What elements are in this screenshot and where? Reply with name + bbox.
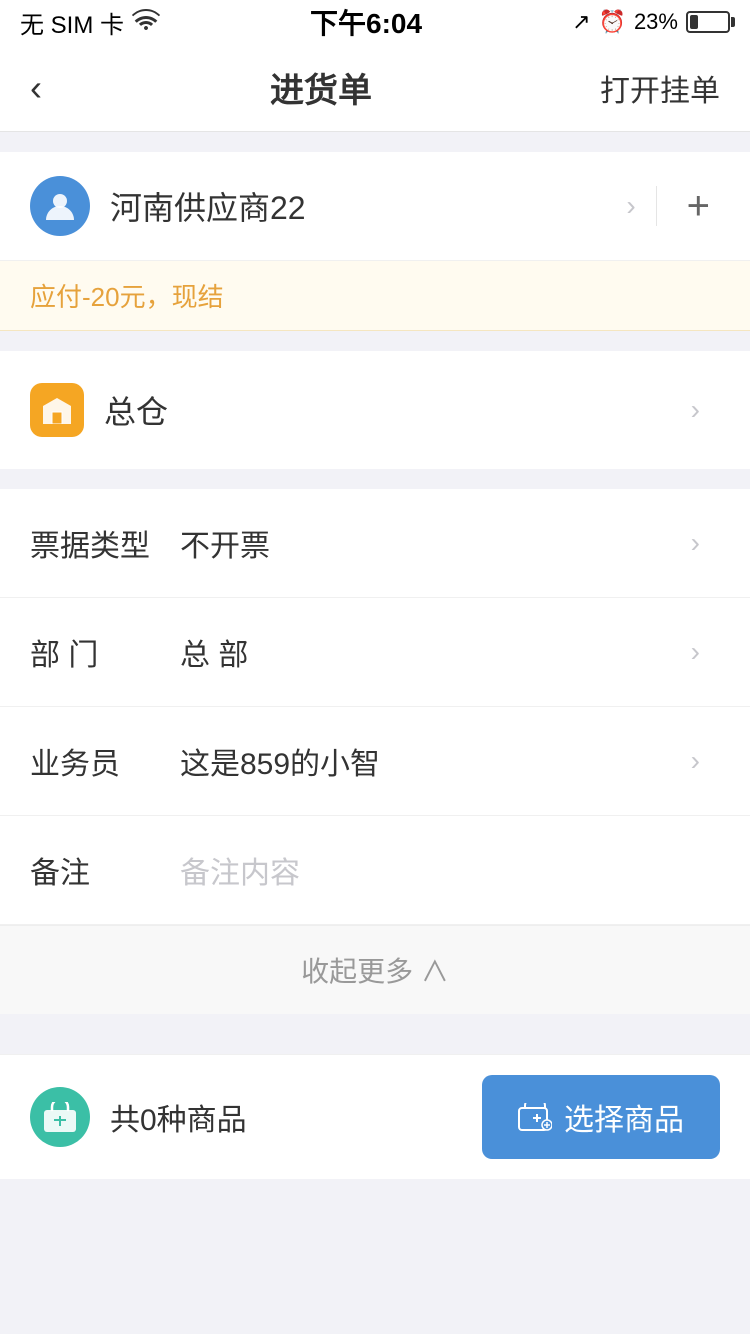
add-supplier-button[interactable]: + (677, 184, 720, 229)
remark-label: 备注 (30, 848, 170, 892)
warehouse-icon (30, 383, 84, 437)
department-row[interactable]: 部 门 总 部 › (0, 598, 750, 707)
department-chevron-icon: › (691, 636, 700, 668)
bottom-bar: 共0种商品 选择商品 (0, 1054, 750, 1179)
section-divider-3 (0, 469, 750, 489)
location-icon: ↗ (572, 9, 590, 35)
status-right: ↗ ⏰ 23% (572, 9, 730, 35)
nav-bar: ‹ 进货单 打开挂单 (0, 44, 750, 132)
supplier-chevron-icon: › (626, 190, 635, 222)
product-count: 共0种商品 (110, 1095, 482, 1139)
wifi-icon (132, 8, 160, 36)
status-time: 下午6:04 (310, 2, 422, 42)
remark-value: 备注内容 (170, 848, 720, 892)
status-bar: 无 SIM 卡 下午6:04 ↗ ⏰ 23% (0, 0, 750, 44)
section-divider-1 (0, 132, 750, 152)
section-divider-4 (0, 1014, 750, 1034)
invoice-type-value: 不开票 (170, 521, 691, 565)
collapse-button[interactable]: 收起更多 ∧ (0, 925, 750, 1014)
warehouse-row[interactable]: 总仓 › (0, 351, 750, 469)
notice-banner: 应付-20元，现结 (0, 261, 750, 331)
warehouse-name: 总仓 (104, 387, 691, 433)
salesperson-row[interactable]: 业务员 这是859的小智 › (0, 707, 750, 816)
select-product-button[interactable]: 选择商品 (482, 1075, 720, 1159)
remark-row[interactable]: 备注 备注内容 (0, 816, 750, 925)
section-divider-2 (0, 331, 750, 351)
page-title: 进货单 (270, 63, 372, 112)
supplier-row[interactable]: 河南供应商22 › + (0, 152, 750, 261)
status-left: 无 SIM 卡 (20, 5, 160, 40)
open-pending-button[interactable]: 打开挂单 (600, 66, 720, 110)
carrier-label: 无 SIM 卡 (20, 5, 124, 40)
collapse-label: 收起更多 ∧ (301, 950, 449, 990)
product-icon (30, 1087, 90, 1147)
invoice-type-row[interactable]: 票据类型 不开票 › (0, 489, 750, 598)
form-card: 票据类型 不开票 › 部 门 总 部 › 业务员 这是859的小智 › 备注 备… (0, 489, 750, 1014)
warehouse-card: 总仓 › (0, 351, 750, 469)
salesperson-label: 业务员 (30, 739, 170, 783)
invoice-type-chevron-icon: › (691, 527, 700, 559)
vertical-divider (656, 186, 657, 226)
battery-percent: 23% (634, 9, 678, 35)
alarm-icon: ⏰ (599, 9, 626, 35)
select-product-label: 选择商品 (564, 1095, 684, 1139)
supplier-card: 河南供应商22 › + 应付-20元，现结 (0, 152, 750, 331)
department-label: 部 门 (30, 630, 170, 674)
supplier-avatar (30, 176, 90, 236)
salesperson-value: 这是859的小智 (170, 739, 691, 783)
warehouse-chevron-icon: › (691, 394, 700, 426)
department-value: 总 部 (170, 630, 691, 674)
back-button[interactable]: ‹ (30, 67, 42, 109)
invoice-type-label: 票据类型 (30, 521, 170, 565)
supplier-name: 河南供应商22 (110, 183, 626, 229)
salesperson-chevron-icon: › (691, 745, 700, 777)
battery-icon (686, 11, 730, 33)
